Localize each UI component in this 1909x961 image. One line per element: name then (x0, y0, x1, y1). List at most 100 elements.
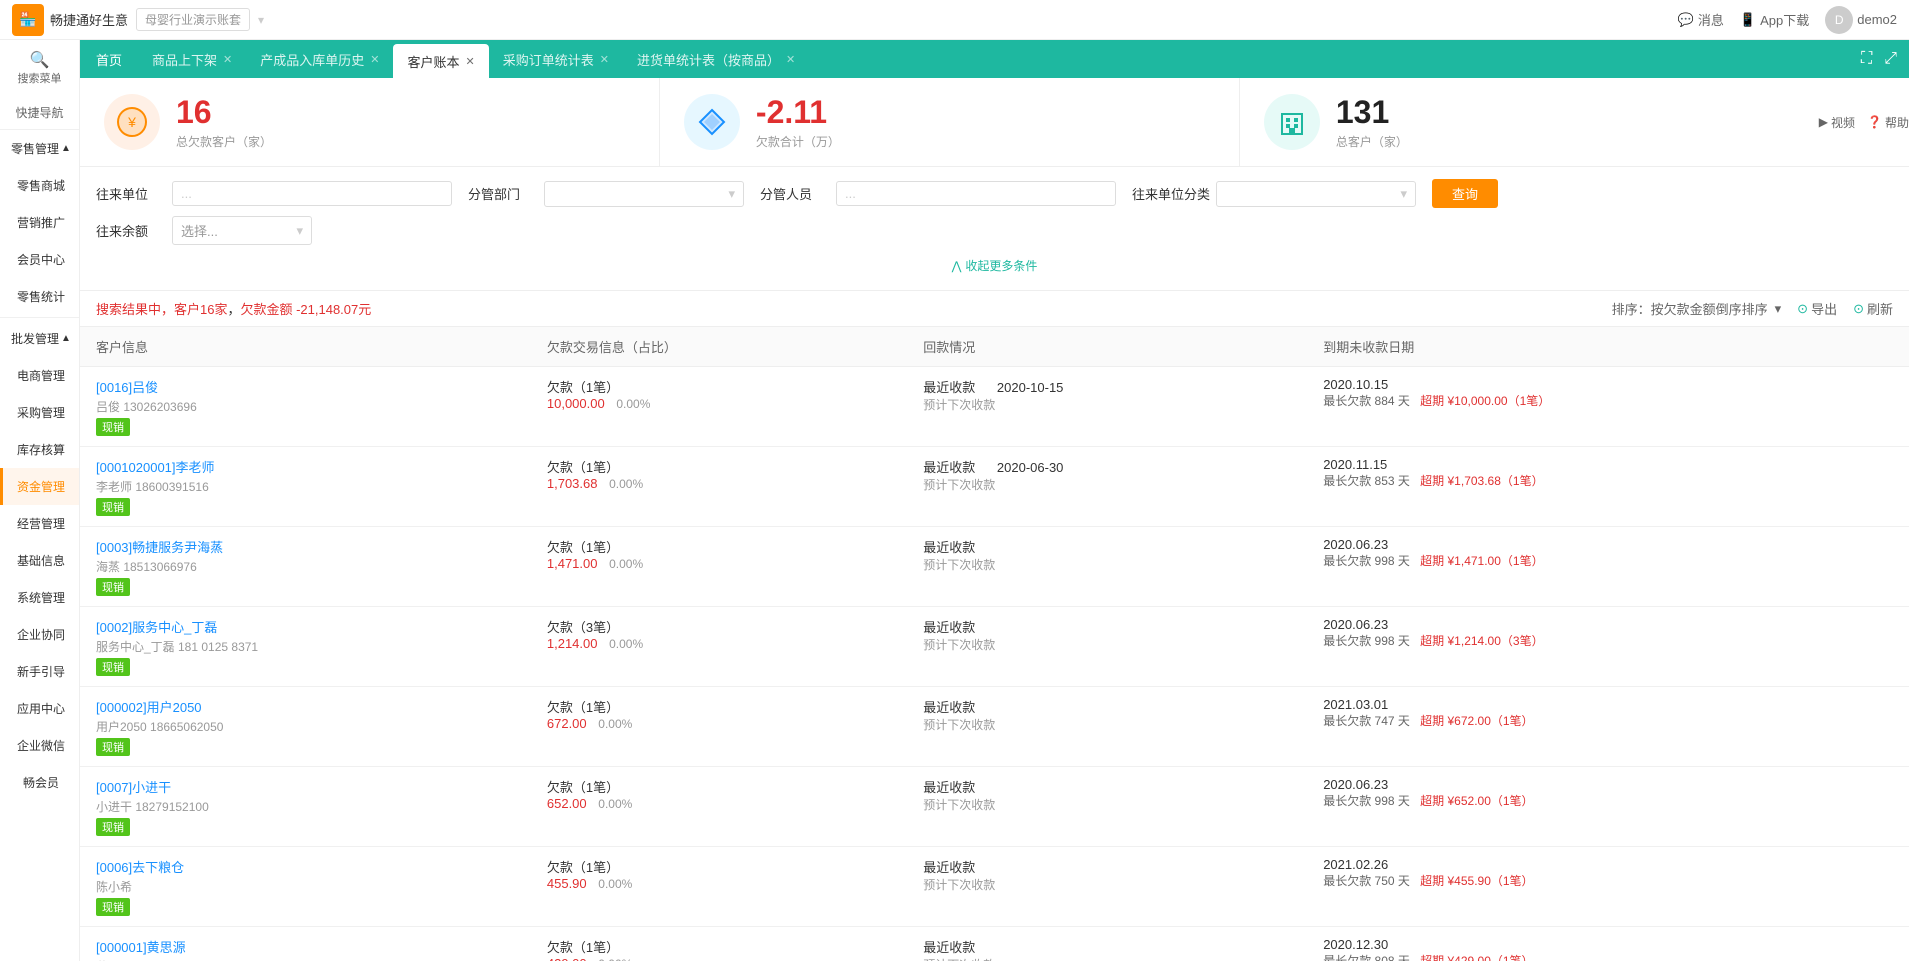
avatar: D (1825, 6, 1853, 34)
tab-goods-listing-label: 商品上下架 (152, 50, 217, 69)
tab-home[interactable]: 首页 (80, 40, 138, 78)
sidebar-item-retail-stats[interactable]: 零售统计 (0, 278, 79, 315)
cell-payment-5: 最近收款 预计下次收款 (907, 767, 1307, 847)
customer-name-4[interactable]: [000002]用户2050 (96, 697, 515, 716)
overdue-days-5: 最长欠款 998 天 (1323, 794, 1416, 808)
debt-amount-0[interactable]: 10,000.00 (547, 396, 605, 411)
sidebar-item-marketing[interactable]: 营销推广 (0, 204, 79, 241)
customer-name-7[interactable]: [000001]黄思源 (96, 937, 515, 956)
collapse-btn[interactable]: ⋀ 收起更多条件 (96, 253, 1893, 278)
filter-manager-input[interactable]: ... (836, 181, 1116, 206)
stat-debt-amount: -2.11 欠款合计（万） (660, 78, 1240, 166)
filter-supplier-input[interactable]: ... (172, 181, 452, 206)
sidebar-item-wholesale[interactable]: 批发管理 ▲ (0, 320, 79, 357)
message-btn[interactable]: 💬 消息 (1678, 10, 1724, 29)
tab-production-history[interactable]: 产成品入库单历史 ✕ (246, 40, 393, 78)
system-name[interactable]: 母婴行业演示账套 (136, 8, 250, 31)
stat-total-customers: 131 总客户（家） (1240, 78, 1819, 166)
sidebar-item-app-center[interactable]: 应用中心 (0, 690, 79, 727)
customer-name-6[interactable]: [0006]去下粮仓 (96, 857, 515, 876)
sidebar-item-ops[interactable]: 经营管理 (0, 505, 79, 542)
sidebar-item-inventory[interactable]: 库存核算 (0, 431, 79, 468)
debt-amount-row-5: 652.00 0.00% (547, 796, 891, 811)
recent-label-3: 最近收款 (923, 617, 1291, 636)
tab-customer-ledger-close[interactable]: ✕ (466, 55, 475, 68)
customer-name-2[interactable]: [0003]畅捷服务尹海蒸 (96, 537, 515, 556)
sidebar-item-basic[interactable]: 基础信息 (0, 542, 79, 579)
help-btn[interactable]: ❓ 帮助 (1867, 114, 1909, 131)
sidebar-label-app-center: 应用中心 (17, 702, 65, 716)
tab-purchase-summary-close[interactable]: ✕ (600, 53, 609, 66)
debt-amount-6[interactable]: 455.90 (547, 876, 587, 891)
table-row: [0007]小进干 小进干 18279152100 现销 欠款（1笔） 652.… (80, 767, 1909, 847)
sidebar-item-corp[interactable]: 企业协同 (0, 616, 79, 653)
tab-goods-stats-close[interactable]: ✕ (786, 53, 795, 66)
cell-payment-1: 最近收款 2020-06-30 预计下次收款 (907, 447, 1307, 527)
overdue-amount-5[interactable]: 超期 ¥652.00（1笔） (1420, 794, 1533, 808)
sidebar-label-wholesale: 批发管理 (11, 330, 59, 347)
debt-amount-7[interactable]: 429.00 (547, 956, 587, 961)
filter-category-select[interactable]: ▾ (1216, 181, 1416, 207)
debt-amount-4[interactable]: 672.00 (547, 716, 587, 731)
debt-pct-7: 0.00% (598, 957, 632, 961)
overdue-amount-0[interactable]: 超期 ¥10,000.00（1笔） (1420, 394, 1550, 408)
results-actions: 排序：按欠款金额倒序排序 ▾ ⊙ 导出 ⊙ 刷新 (1612, 299, 1893, 318)
sidebar-label-retail-stats: 零售统计 (17, 290, 65, 304)
recent-label-2: 最近收款 (923, 537, 1291, 556)
customer-badge-2: 现销 (96, 578, 130, 596)
customer-name-5[interactable]: [0007]小进干 (96, 777, 515, 796)
table-row: [000001]黄思源 黄思源 13552700226 现销 欠款（1笔） 42… (80, 927, 1909, 961)
export-btn[interactable]: ⊙ 导出 (1797, 299, 1837, 318)
tab-goods-stats[interactable]: 进货单统计表（按商品） ✕ (623, 40, 809, 78)
customer-name-1[interactable]: [0001020001]李老师 (96, 457, 515, 476)
sidebar-item-purchase[interactable]: 采购管理 (0, 394, 79, 431)
customer-name-3[interactable]: [0002]服务中心_丁磊 (96, 617, 515, 636)
overdue-amount-7[interactable]: 超期 ¥429.00（1笔） (1420, 954, 1533, 961)
tab-purchase-summary[interactable]: 采购订单统计表 ✕ (489, 40, 623, 78)
overdue-amount-4[interactable]: 超期 ¥672.00（1笔） (1420, 714, 1533, 728)
tab-goods-listing-close[interactable]: ✕ (223, 53, 232, 66)
next-label-0: 预计下次收款 (923, 396, 1291, 413)
logo-area: 🏪 畅捷通好生意 (12, 4, 128, 36)
tab-goods-listing[interactable]: 商品上下架 ✕ (138, 40, 246, 78)
sidebar-item-vip[interactable]: 畅会员 (0, 764, 79, 801)
customer-phone-1: 李老师 18600391516 (96, 478, 515, 495)
debt-amount-2[interactable]: 1,471.00 (547, 556, 598, 571)
refresh-btn[interactable]: ⊙ 刷新 (1853, 299, 1893, 318)
search-menu-label: 搜索菜单 (0, 70, 79, 86)
user-area[interactable]: D demo2 (1825, 6, 1897, 34)
overdue-amount-3[interactable]: 超期 ¥1,214.00（3笔） (1420, 634, 1543, 648)
debt-amount-3[interactable]: 1,214.00 (547, 636, 598, 651)
debt-pct-3: 0.00% (609, 637, 643, 651)
quick-nav-btn[interactable]: 快捷导航 (0, 96, 79, 130)
debt-amount-5[interactable]: 652.00 (547, 796, 587, 811)
stat-label-amount: 欠款合计（万） (756, 133, 840, 150)
tab-expand-btn[interactable]: ⤢ (1880, 46, 1901, 72)
sidebar-item-ecom[interactable]: 电商管理 (0, 357, 79, 394)
tab-production-history-close[interactable]: ✕ (370, 53, 379, 66)
debt-amount-1[interactable]: 1,703.68 (547, 476, 598, 491)
sidebar-item-member[interactable]: 会员中心 (0, 241, 79, 278)
sidebar-item-finance[interactable]: 资金管理 (0, 468, 79, 505)
sidebar-item-retail-mall[interactable]: 零售商城 (0, 167, 79, 204)
tab-customer-ledger[interactable]: 客户账本 ✕ (393, 44, 488, 78)
video-btn[interactable]: ▶ 视频 (1819, 114, 1855, 131)
query-button[interactable]: 查询 (1432, 179, 1498, 208)
sidebar-item-guide[interactable]: 新手引导 (0, 653, 79, 690)
customer-name-0[interactable]: [0016]吕俊 (96, 377, 515, 396)
search-menu-btn[interactable]: 🔍 搜索菜单 (0, 40, 79, 96)
sidebar-item-system[interactable]: 系统管理 (0, 579, 79, 616)
sidebar-item-retail-mgmt[interactable]: 零售管理 ▲ (0, 130, 79, 167)
arrow-down-icon: ▲ (61, 143, 71, 154)
table-row: [0006]去下粮仓 陈小希 现销 欠款（1笔） 455.90 0.00% 最近… (80, 847, 1909, 927)
sort-select[interactable]: 排序：按欠款金额倒序排序 ▾ (1612, 299, 1782, 318)
overdue-amount-1[interactable]: 超期 ¥1,703.68（1笔） (1420, 474, 1543, 488)
filter-balance-select[interactable]: 选择... ▾ (172, 216, 312, 245)
overdue-amount-6[interactable]: 超期 ¥455.90（1笔） (1420, 874, 1533, 888)
sidebar-item-wecom[interactable]: 企业微信 (0, 727, 79, 764)
debt-info-5: 欠款（1笔） (547, 777, 891, 796)
overdue-amount-2[interactable]: 超期 ¥1,471.00（1笔） (1420, 554, 1543, 568)
app-download-btn[interactable]: 📱 App下载 (1740, 10, 1809, 29)
tab-collapse-btn[interactable]: ⛶ (1857, 46, 1876, 72)
filter-dept-select[interactable]: ▾ (544, 181, 744, 207)
